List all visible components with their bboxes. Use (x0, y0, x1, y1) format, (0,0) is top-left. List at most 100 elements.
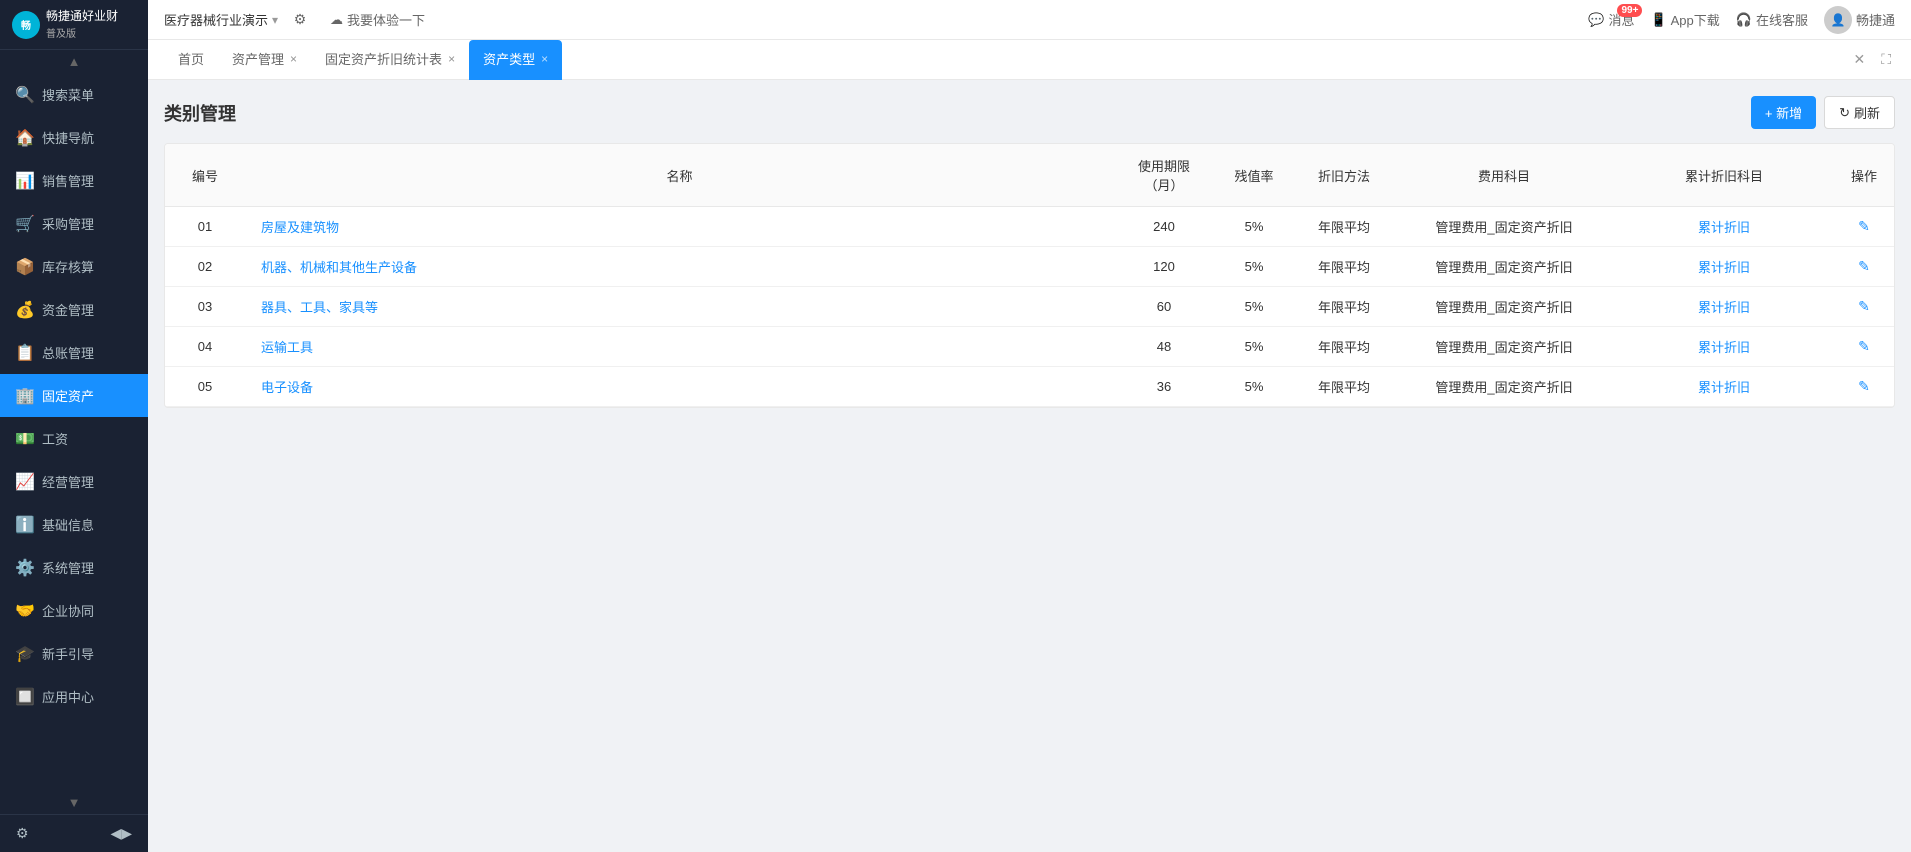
cell-accum-0: 累计折旧 (1614, 207, 1834, 247)
cell-id-1: 02 (165, 247, 245, 287)
tab-close-depreciation[interactable]: × (448, 53, 455, 65)
content: 类别管理 + 新增 ↻ 刷新 编号 名称 使用期限（月） 残值率 折旧方法 (148, 80, 1911, 852)
sidebar-item-sales[interactable]: 📊 销售管理 (0, 159, 148, 202)
table-row: 01 房屋及建筑物 240 5% 年限平均 管理费用_固定资产折旧 累计折旧 ✎ (165, 207, 1894, 247)
edit-icon-1[interactable]: ✎ (1858, 258, 1870, 274)
chevron-down-icon: ▾ (272, 13, 278, 27)
header-method: 折旧方法 (1294, 144, 1394, 207)
sidebar-item-basic-info[interactable]: ℹ️ 基础信息 (0, 503, 148, 546)
sidebar-item-operations[interactable]: 📈 经营管理 (0, 460, 148, 503)
cell-residual-4: 5% (1214, 367, 1294, 407)
purchase-icon: 🛒 (16, 215, 34, 233)
cell-period-4: 36 (1114, 367, 1214, 407)
cell-action-3: ✎ (1834, 327, 1894, 367)
top-header: 医疗器械行业演示 ▾ ⚙ ☁ 我要体验一下 💬 消息 99+ 📱 App下载 🎧… (148, 0, 1911, 40)
app-download-action[interactable]: 📱 App下载 (1650, 10, 1719, 29)
accum-link-1[interactable]: 累计折旧 (1698, 260, 1750, 275)
cell-period-1: 120 (1114, 247, 1214, 287)
sidebar-item-app-center[interactable]: 🔲 应用中心 (0, 675, 148, 718)
tab-close-asset-manage[interactable]: × (290, 53, 297, 65)
accum-link-4[interactable]: 累计折旧 (1698, 380, 1750, 395)
sidebar-item-ledger[interactable]: 📋 总账管理 (0, 331, 148, 374)
accum-link-3[interactable]: 累计折旧 (1698, 340, 1750, 355)
collapse-btn[interactable]: ◀▶ (110, 825, 132, 842)
cell-method-0: 年限平均 (1294, 207, 1394, 247)
cell-expense-1: 管理费用_固定资产折旧 (1394, 247, 1614, 287)
name-link-0[interactable]: 房屋及建筑物 (261, 220, 339, 235)
cloud-icon: ☁ (330, 12, 343, 28)
enterprise-icon: 🤝 (16, 602, 34, 620)
name-link-2[interactable]: 器具、工具、家具等 (261, 300, 378, 315)
tab-close-asset-type[interactable]: × (541, 53, 548, 65)
accum-link-0[interactable]: 累计折旧 (1698, 220, 1750, 235)
table-row: 04 运输工具 48 5% 年限平均 管理费用_固定资产折旧 累计折旧 ✎ (165, 327, 1894, 367)
header-name: 名称 (245, 144, 1114, 207)
message-icon: 💬 (1588, 12, 1604, 28)
sidebar-item-payroll[interactable]: 💵 工资 (0, 417, 148, 460)
app-selector[interactable]: 医疗器械行业演示 ▾ (164, 10, 278, 29)
settings-btn[interactable]: ⚙ (16, 825, 29, 842)
experience-button[interactable]: ☁ 我要体验一下 (322, 6, 433, 33)
user-action[interactable]: 👤 畅捷通 (1824, 6, 1895, 34)
search-icon: 🔍 (16, 86, 34, 104)
sidebar-item-quicknav[interactable]: 🏠 快捷导航 (0, 116, 148, 159)
header-action: 操作 (1834, 144, 1894, 207)
close-window-btn[interactable]: ✕ (1849, 47, 1869, 72)
sidebar-item-purchase[interactable]: 🛒 采购管理 (0, 202, 148, 245)
expand-window-btn[interactable]: ⛶ (1877, 47, 1895, 72)
edit-icon-2[interactable]: ✎ (1858, 298, 1870, 314)
sidebar-item-fund[interactable]: 💰 资金管理 (0, 288, 148, 331)
tab-asset-type[interactable]: 资产类型 × (469, 40, 562, 80)
sidebar-item-enterprise[interactable]: 🤝 企业协同 (0, 589, 148, 632)
cell-action-4: ✎ (1834, 367, 1894, 407)
phone-icon: 📱 (1650, 12, 1666, 28)
cell-method-1: 年限平均 (1294, 247, 1394, 287)
sidebar-item-guide[interactable]: 🎓 新手引导 (0, 632, 148, 675)
cell-id-4: 05 (165, 367, 245, 407)
header-accum: 累计折旧科目 (1614, 144, 1834, 207)
name-link-3[interactable]: 运输工具 (261, 340, 313, 355)
cell-accum-3: 累计折旧 (1614, 327, 1834, 367)
customer-service-action[interactable]: 🎧 在线客服 (1736, 10, 1808, 29)
message-badge: 99+ (1617, 4, 1642, 17)
edit-icon-0[interactable]: ✎ (1858, 218, 1870, 234)
tab-asset-manage[interactable]: 资产管理 × (218, 40, 311, 80)
sidebar-item-inventory[interactable]: 📦 库存核算 (0, 245, 148, 288)
page-title: 类别管理 (164, 100, 236, 126)
sidebar-item-fixed-asset[interactable]: 🏢 固定资产 (0, 374, 148, 417)
scroll-down-arrow[interactable]: ▼ (0, 791, 148, 814)
cell-method-3: 年限平均 (1294, 327, 1394, 367)
sidebar-footer: ⚙ ◀▶ (0, 814, 148, 852)
cell-expense-2: 管理费用_固定资产折旧 (1394, 287, 1614, 327)
fund-icon: 💰 (16, 301, 34, 319)
basic-info-icon: ℹ️ (16, 516, 34, 534)
tab-bar: 首页 资产管理 × 固定资产折旧统计表 × 资产类型 × ✕ ⛶ (148, 40, 1911, 80)
system-icon: ⚙️ (16, 559, 34, 577)
tab-depreciation-table[interactable]: 固定资产折旧统计表 × (311, 40, 469, 80)
sidebar-item-search[interactable]: 🔍 搜索菜单 (0, 73, 148, 116)
tab-home[interactable]: 首页 (164, 40, 218, 80)
accum-link-2[interactable]: 累计折旧 (1698, 300, 1750, 315)
cell-name-0: 房屋及建筑物 (245, 207, 1114, 247)
app-settings-icon[interactable]: ⚙ (286, 6, 314, 34)
table-row: 02 机器、机械和其他生产设备 120 5% 年限平均 管理费用_固定资产折旧 … (165, 247, 1894, 287)
table-row: 05 电子设备 36 5% 年限平均 管理费用_固定资产折旧 累计折旧 ✎ (165, 367, 1894, 407)
headset-icon: 🎧 (1736, 12, 1752, 28)
scroll-up-arrow[interactable]: ▲ (0, 50, 148, 73)
message-action[interactable]: 💬 消息 99+ (1588, 10, 1634, 29)
new-button[interactable]: + 新增 (1751, 96, 1816, 129)
cell-action-1: ✎ (1834, 247, 1894, 287)
guide-icon: 🎓 (16, 645, 34, 663)
avatar: 👤 (1824, 6, 1852, 34)
cell-accum-4: 累计折旧 (1614, 367, 1834, 407)
operations-icon: 📈 (16, 473, 34, 491)
edit-icon-4[interactable]: ✎ (1858, 378, 1870, 394)
refresh-button[interactable]: ↻ 刷新 (1824, 96, 1895, 129)
name-link-4[interactable]: 电子设备 (261, 380, 313, 395)
cell-expense-0: 管理费用_固定资产折旧 (1394, 207, 1614, 247)
sidebar-item-system[interactable]: ⚙️ 系统管理 (0, 546, 148, 589)
edit-icon-3[interactable]: ✎ (1858, 338, 1870, 354)
name-link-1[interactable]: 机器、机械和其他生产设备 (261, 260, 417, 275)
main-area: 医疗器械行业演示 ▾ ⚙ ☁ 我要体验一下 💬 消息 99+ 📱 App下载 🎧… (148, 0, 1911, 852)
payroll-icon: 💵 (16, 430, 34, 448)
